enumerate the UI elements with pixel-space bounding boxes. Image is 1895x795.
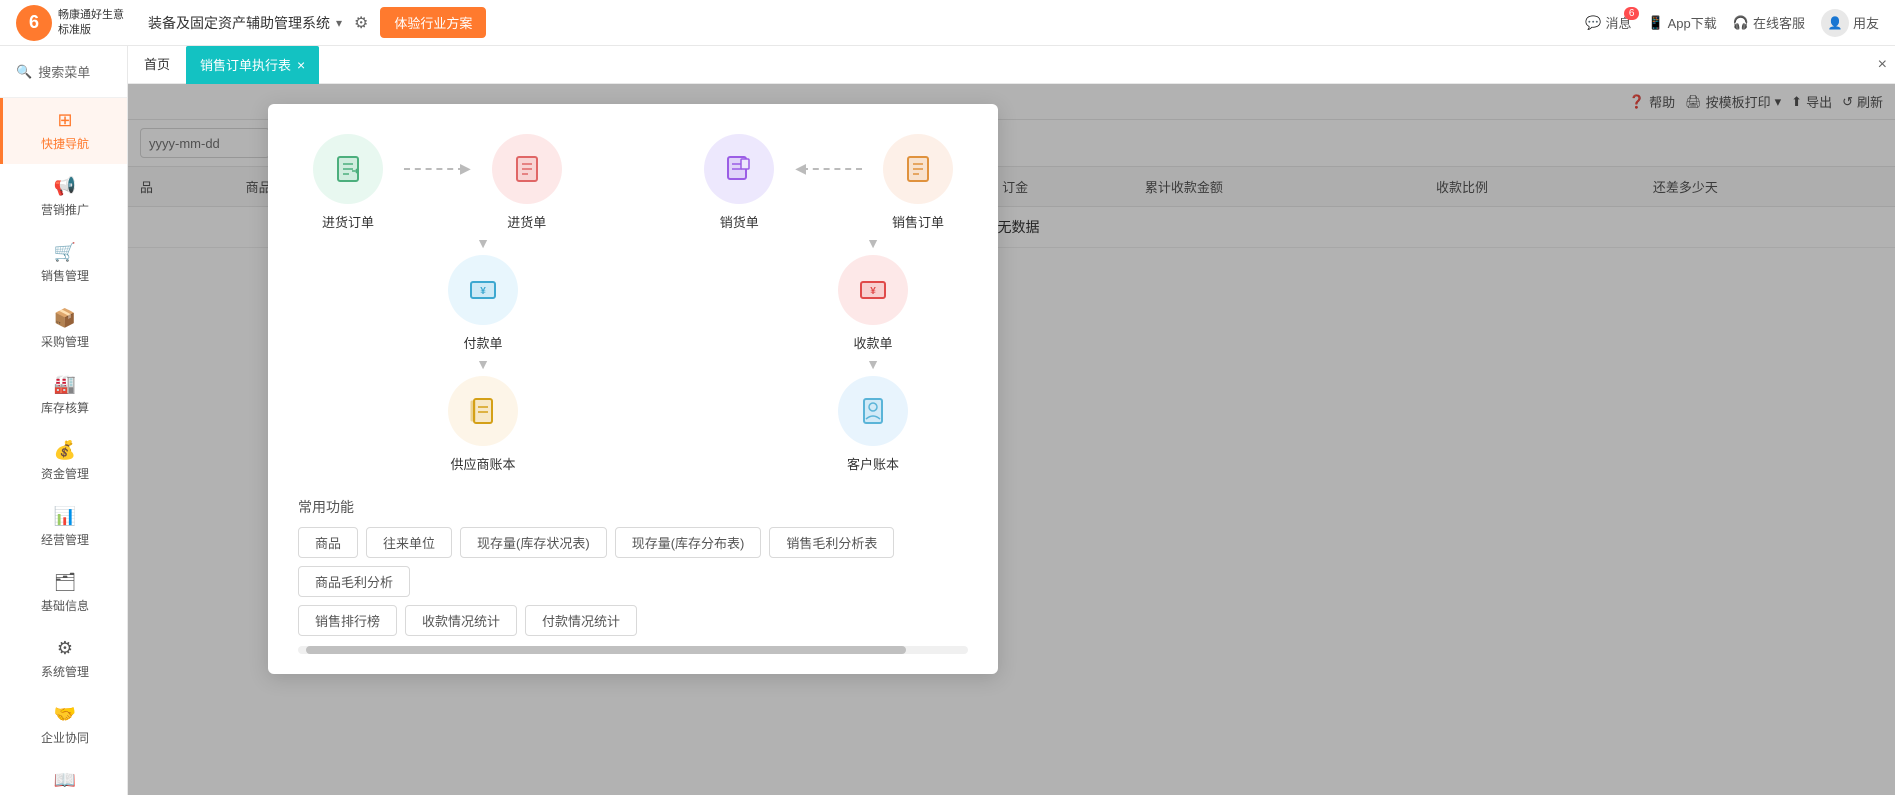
common-btn-sales-margin[interactable]: 销售毛利分析表 xyxy=(769,527,894,558)
sidebar-item-label: 系统管理 xyxy=(41,663,89,680)
tab-home[interactable]: 首页 xyxy=(128,46,186,84)
search-menu-btn[interactable]: 🔍 搜索菜单 xyxy=(8,56,119,87)
flow-supplier-ledger[interactable]: 供应商账本 xyxy=(433,376,533,473)
headset-icon: 🎧 xyxy=(1733,15,1749,31)
finance-icon: 💰 xyxy=(54,440,76,461)
user-menu-btn[interactable]: 👤 用友 xyxy=(1821,9,1879,37)
common-functions-section: 常用功能 商品 往来单位 现存量(库存状况表) 现存量(库存分布表) 销售毛利分… xyxy=(298,497,968,636)
purchase-order-icon xyxy=(313,134,383,204)
base-info-icon: 🗂 xyxy=(54,572,77,593)
sidebar-item-label: 资金管理 xyxy=(41,465,89,482)
common-btn-goods[interactable]: 商品 xyxy=(298,527,358,558)
svg-text:¥: ¥ xyxy=(480,286,486,297)
tab-bar: 首页 销售订单执行表 × × xyxy=(128,46,1895,84)
sidebar-item-label: 销售管理 xyxy=(41,267,89,284)
online-service-btn[interactable]: 🎧 在线客服 xyxy=(1733,13,1805,32)
message-icon: 💬 xyxy=(1585,15,1601,31)
flow-receipt-bill[interactable]: ¥ 收款单 xyxy=(823,255,923,352)
system-icon: ⚙ xyxy=(57,638,73,659)
sidebar-item-marketing[interactable]: 📢 营销推广 xyxy=(0,164,127,230)
flow-customer-ledger[interactable]: 客户账本 xyxy=(823,376,923,473)
flow-purchase-order[interactable]: 进货订单 xyxy=(298,134,398,231)
receipt-bill-icon: ¥ xyxy=(838,255,908,325)
sidebar-item-label: 库存核算 xyxy=(41,399,89,416)
sidebar-search-area: 🔍 搜索菜单 xyxy=(0,46,127,98)
payment-bill-icon: ¥ xyxy=(448,255,518,325)
common-btn-payment-stats[interactable]: 付款情况统计 xyxy=(525,605,637,636)
sidebar-item-label: 采购管理 xyxy=(41,333,89,350)
sales-order-icon xyxy=(883,134,953,204)
system-dropdown-btn[interactable]: ▾ xyxy=(336,16,342,30)
purchase-icon: 📦 xyxy=(54,308,76,329)
sidebar-item-label: 基础信息 xyxy=(41,597,89,614)
common-btn-goods-margin[interactable]: 商品毛利分析 xyxy=(298,566,410,597)
message-btn[interactable]: 💬 消息 6 xyxy=(1585,13,1631,32)
modal-overlay: 进货订单 ▶ xyxy=(128,84,1895,795)
content-area: 首页 销售订单执行表 × × ❓ 帮助 � xyxy=(128,46,1895,795)
supplier-ledger-icon xyxy=(448,376,518,446)
purchase-bill-icon xyxy=(492,134,562,204)
sidebar-item-operations[interactable]: 📊 经营管理 xyxy=(0,494,127,560)
common-buttons-row1: 商品 往来单位 现存量(库存状况表) 现存量(库存分布表) 销售毛利分析表 商品… xyxy=(298,527,968,597)
sidebar-nav: ⊞ 快捷导航 📢 营销推广 🛒 销售管理 📦 采购管理 🏭 库存核算 xyxy=(0,98,127,795)
sidebar: 🔍 搜索菜单 ⊞ 快捷导航 📢 营销推广 🛒 销售管理 📦 xyxy=(0,46,128,795)
common-buttons-row2: 销售排行榜 收款情况统计 付款情况统计 xyxy=(298,605,968,636)
logo-area: 6 畅康通好生意 标准版 xyxy=(16,5,136,41)
customer-ledger-icon xyxy=(838,376,908,446)
sidebar-item-system[interactable]: ⚙ 系统管理 xyxy=(0,626,127,692)
modal-scrollbar-thumb[interactable] xyxy=(306,646,906,654)
tab-bar-close-btn[interactable]: × xyxy=(1878,56,1887,74)
sales-bill-icon xyxy=(704,134,774,204)
flow-section: 进货订单 ▶ xyxy=(298,134,968,473)
common-btn-partner[interactable]: 往来单位 xyxy=(366,527,452,558)
tab-close-btn[interactable]: × xyxy=(297,58,305,72)
tab-sales-order[interactable]: 销售订单执行表 × xyxy=(186,46,319,84)
quick-nav-icon: ⊞ xyxy=(57,110,72,131)
phone-icon: 📱 xyxy=(1647,15,1663,31)
sidebar-item-label: 快捷导航 xyxy=(41,135,89,152)
common-btn-stock-status[interactable]: 现存量(库存状况表) xyxy=(460,527,607,558)
search-icon: 🔍 xyxy=(16,64,32,80)
sidebar-item-finance[interactable]: 💰 资金管理 xyxy=(0,428,127,494)
modal-dialog: 进货订单 ▶ xyxy=(268,104,998,674)
message-badge: 6 xyxy=(1624,7,1640,20)
sidebar-item-guide[interactable]: 📖 新手引导 xyxy=(0,758,127,795)
inventory-icon: 🏭 xyxy=(54,374,76,395)
operations-icon: 📊 xyxy=(54,506,76,527)
sidebar-item-label: 营销推广 xyxy=(41,201,89,218)
flow-purchase-bill[interactable]: 进货单 xyxy=(477,134,577,231)
guide-icon: 📖 xyxy=(54,770,76,791)
sidebar-item-inventory[interactable]: 🏭 库存核算 xyxy=(0,362,127,428)
sidebar-item-cooperation[interactable]: 🤝 企业协同 xyxy=(0,692,127,758)
flow-payment-bill[interactable]: ¥ 付款单 xyxy=(433,255,533,352)
sidebar-item-purchase[interactable]: 📦 采购管理 xyxy=(0,296,127,362)
flow-sales-order[interactable]: 销售订单 xyxy=(868,134,968,231)
settings-icon-btn[interactable]: ⚙ xyxy=(354,13,368,33)
svg-text:¥: ¥ xyxy=(870,286,876,297)
trial-button[interactable]: 体验行业方案 xyxy=(380,7,486,38)
common-functions-title: 常用功能 xyxy=(298,497,968,517)
sidebar-item-label: 企业协同 xyxy=(41,729,89,746)
sidebar-item-quick-nav[interactable]: ⊞ 快捷导航 xyxy=(0,98,127,164)
sidebar-item-sales[interactable]: 🛒 销售管理 xyxy=(0,230,127,296)
sidebar-item-label: 经营管理 xyxy=(41,531,89,548)
sales-icon: 🛒 xyxy=(54,242,76,263)
app-download-btn[interactable]: 📱 App下载 xyxy=(1647,13,1716,32)
common-btn-receipt-stats[interactable]: 收款情况统计 xyxy=(405,605,517,636)
logo-icon: 6 xyxy=(16,5,52,41)
common-btn-stock-dist[interactable]: 现存量(库存分布表) xyxy=(615,527,762,558)
cooperation-icon: 🤝 xyxy=(54,704,76,725)
brand-text: 畅康通好生意 标准版 xyxy=(58,8,124,37)
sidebar-item-base-info[interactable]: 🗂 基础信息 xyxy=(0,560,127,626)
avatar: 👤 xyxy=(1821,9,1849,37)
common-btn-sales-rank[interactable]: 销售排行榜 xyxy=(298,605,397,636)
system-title: 装备及固定资产辅助管理系统 ▾ xyxy=(148,13,342,33)
flow-sales-bill[interactable]: 销货单 xyxy=(689,134,789,231)
modal-scrollbar-track[interactable] xyxy=(298,646,968,654)
marketing-icon: 📢 xyxy=(54,176,76,197)
